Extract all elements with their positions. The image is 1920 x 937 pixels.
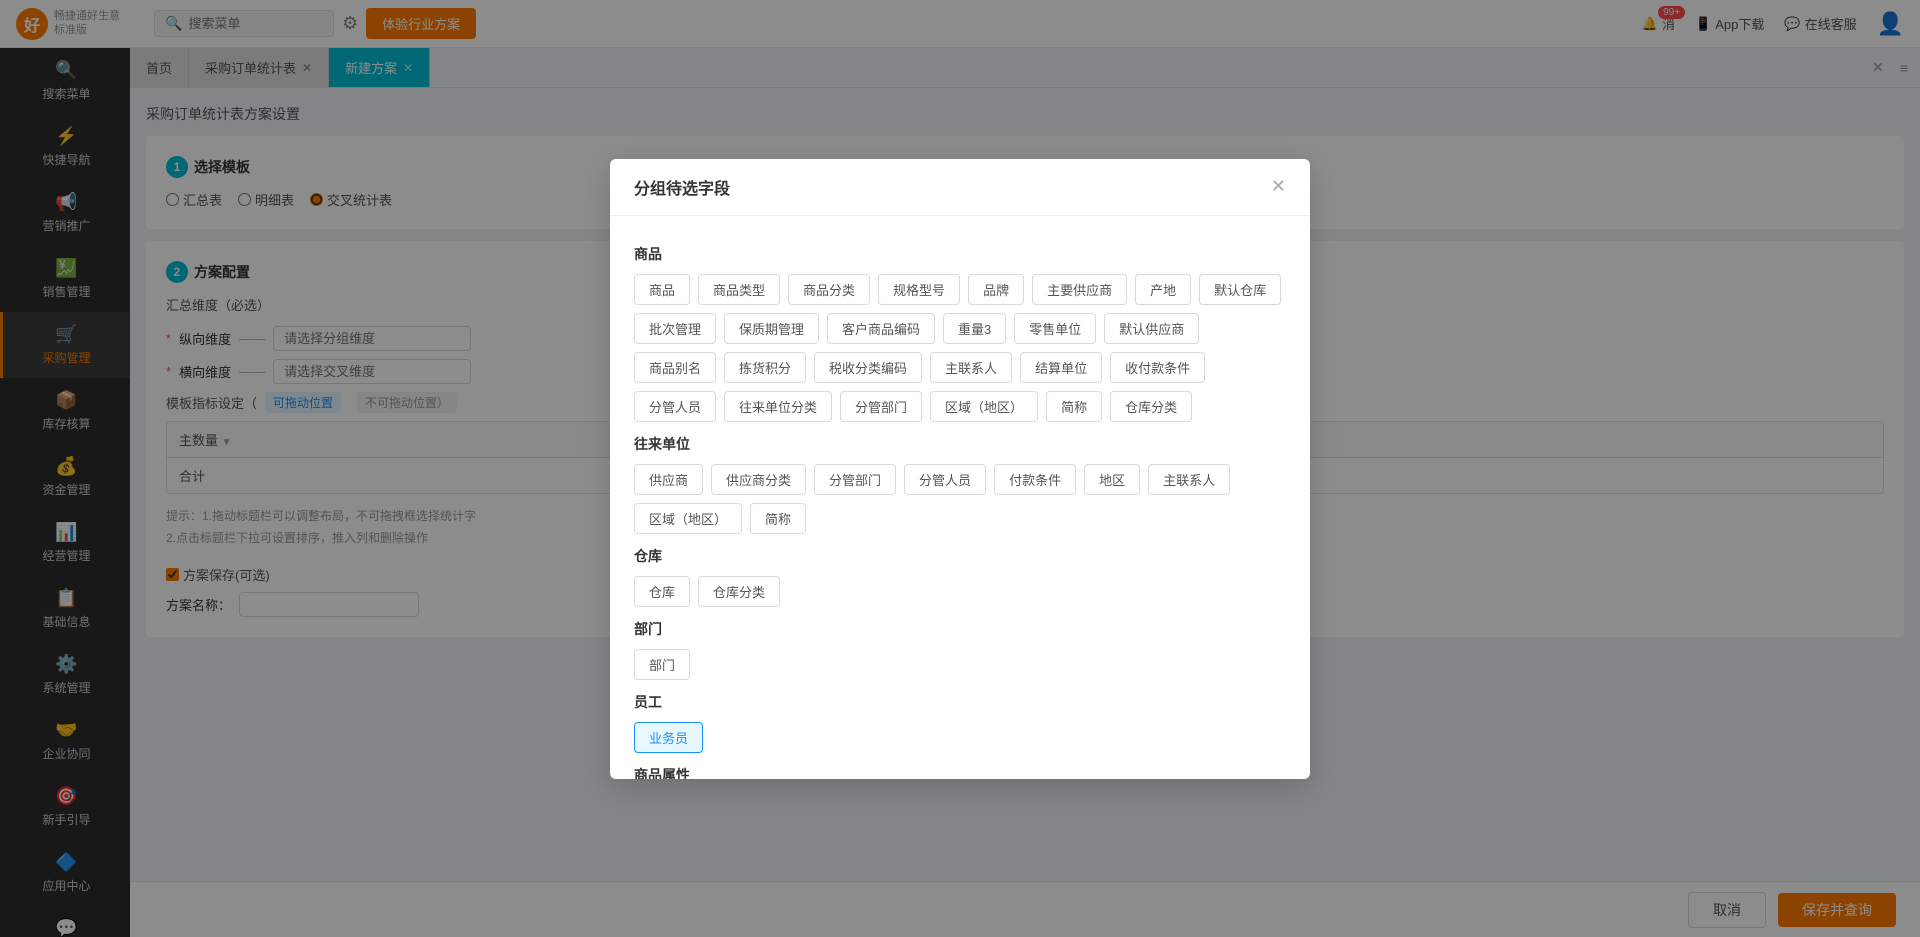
field-chip-区域（地区）[interactable]: 区域（地区） (930, 391, 1038, 422)
field-chip-商品类型[interactable]: 商品类型 (698, 274, 780, 305)
field-grid-staff: 业务员 (634, 722, 1286, 753)
field-chip-主联系人[interactable]: 主联系人 (1148, 464, 1230, 495)
field-chip-默认供应商[interactable]: 默认供应商 (1104, 313, 1199, 344)
section-title-warehouse: 仓库 (634, 546, 1286, 566)
field-chip-仓库分类[interactable]: 仓库分类 (698, 576, 780, 607)
field-chip-主联系人[interactable]: 主联系人 (930, 352, 1012, 383)
field-chip-重量3[interactable]: 重量3 (943, 313, 1006, 344)
field-chip-分管人员[interactable]: 分管人员 (634, 391, 716, 422)
field-chip-商品分类[interactable]: 商品分类 (788, 274, 870, 305)
field-chip-品牌[interactable]: 品牌 (968, 274, 1024, 305)
modal: 分组待选字段 ✕ 商品商品商品类型商品分类规格型号品牌主要供应商产地默认仓库批次… (610, 159, 1310, 779)
field-chip-结算单位[interactable]: 结算单位 (1020, 352, 1102, 383)
field-chip-地区[interactable]: 地区 (1084, 464, 1140, 495)
field-grid-partner: 供应商供应商分类分管部门分管人员付款条件地区主联系人区域（地区） 简称 (634, 464, 1286, 534)
field-chip-拣货积分[interactable]: 拣货积分 (724, 352, 806, 383)
field-chip-客户商品编码[interactable]: 客户商品编码 (827, 313, 935, 344)
field-chip-税收分类编码[interactable]: 税收分类编码 (814, 352, 922, 383)
field-chip-供应商[interactable]: 供应商 (634, 464, 703, 495)
field-grid-warehouse: 仓库仓库分类 (634, 576, 1286, 607)
field-chip-分管人员[interactable]: 分管人员 (904, 464, 986, 495)
field-chip-仓库分类[interactable]: 仓库分类 (1110, 391, 1192, 422)
field-grid-goods: 商品商品类型商品分类规格型号品牌主要供应商产地默认仓库批次管理保质期管理客户商品… (634, 274, 1286, 422)
modal-close-button[interactable]: ✕ (1271, 176, 1286, 197)
field-chip-部门[interactable]: 部门 (634, 649, 690, 680)
field-chip-仓库[interactable]: 仓库 (634, 576, 690, 607)
field-chip-零售单位[interactable]: 零售单位 (1014, 313, 1096, 344)
modal-title: 分组待选字段 (634, 175, 730, 199)
field-chip-产地[interactable]: 产地 (1135, 274, 1191, 305)
field-grid-dept: 部门 (634, 649, 1286, 680)
field-chip-分管部门[interactable]: 分管部门 (840, 391, 922, 422)
section-title-dept: 部门 (634, 619, 1286, 639)
field-chip-默认仓库[interactable]: 默认仓库 (1199, 274, 1281, 305)
field-chip-批次管理[interactable]: 批次管理 (634, 313, 716, 344)
field-chip-分管部门[interactable]: 分管部门 (814, 464, 896, 495)
section-title-staff: 员工 (634, 692, 1286, 712)
field-chip-商品[interactable]: 商品 (634, 274, 690, 305)
section-title-attr: 商品属性 (634, 765, 1286, 779)
field-chip-简称[interactable]: 简称 (1046, 391, 1102, 422)
field-chip-收付款条件[interactable]: 收付款条件 (1110, 352, 1205, 383)
modal-overlay[interactable]: 分组待选字段 ✕ 商品商品商品类型商品分类规格型号品牌主要供应商产地默认仓库批次… (0, 0, 1920, 937)
field-chip-保质期管理[interactable]: 保质期管理 (724, 313, 819, 344)
modal-body: 商品商品商品类型商品分类规格型号品牌主要供应商产地默认仓库批次管理保质期管理客户… (610, 216, 1310, 779)
field-chip-付款条件[interactable]: 付款条件 (994, 464, 1076, 495)
field-chip-业务员[interactable]: 业务员 (634, 722, 703, 753)
modal-header: 分组待选字段 ✕ (610, 159, 1310, 216)
field-chip-往来单位分类[interactable]: 往来单位分类 (724, 391, 832, 422)
field-chip-商品别名[interactable]: 商品别名 (634, 352, 716, 383)
field-chip-规格型号[interactable]: 规格型号 (878, 274, 960, 305)
field-chip-供应商分类[interactable]: 供应商分类 (711, 464, 806, 495)
field-chip-主要供应商[interactable]: 主要供应商 (1032, 274, 1127, 305)
field-chip-区域（地区）[interactable]: 区域（地区） (634, 503, 742, 534)
field-chip-简称[interactable]: 简称 (750, 503, 806, 534)
section-title-partner: 往来单位 (634, 434, 1286, 454)
section-title-goods: 商品 (634, 244, 1286, 264)
